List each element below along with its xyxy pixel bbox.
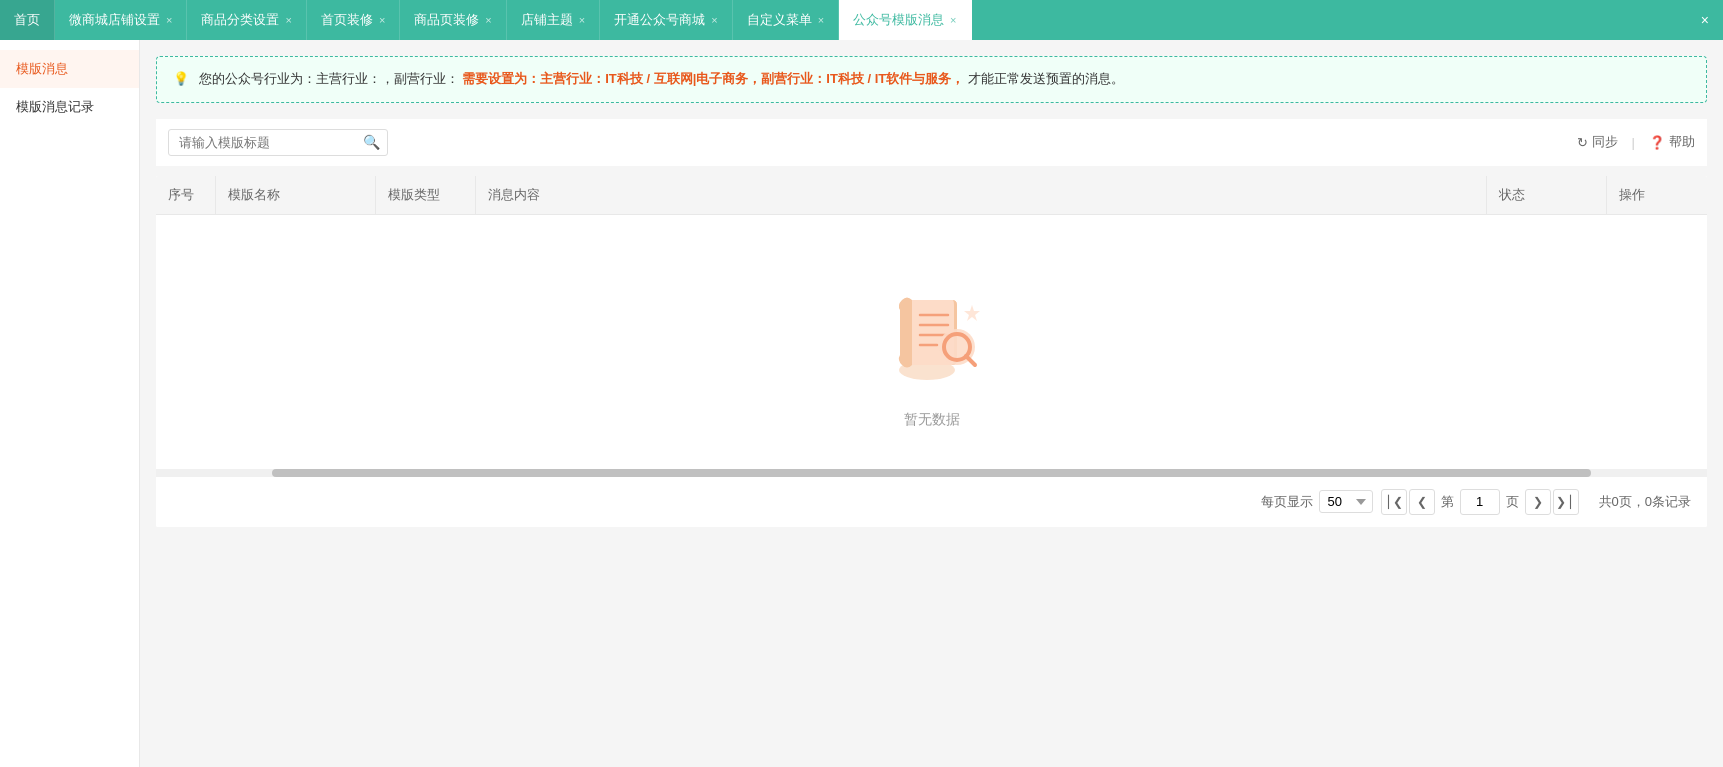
nav-item-home[interactable]: 首页	[0, 0, 55, 40]
sidebar-item-template-msg-label: 模版消息	[16, 61, 68, 76]
nav-item-product-decor[interactable]: 商品页装修 ×	[400, 0, 506, 40]
search-input[interactable]	[168, 129, 388, 156]
notice-highlight: 需要设置为：主营行业：IT科技 / 互联网|电子商务，副营行业：IT科技 / I…	[462, 71, 964, 86]
per-page-label: 每页显示	[1261, 493, 1313, 511]
nav-label: 微商城店铺设置	[69, 11, 160, 29]
nav-item-template-message[interactable]: 公众号模版消息 ×	[839, 0, 971, 40]
sidebar: 模版消息 模版消息记录	[0, 40, 140, 767]
col-name: 模版名称	[216, 176, 376, 214]
nav-item-shop-settings[interactable]: 微商城店铺设置 ×	[55, 0, 187, 40]
empty-text: 暂无数据	[904, 411, 960, 429]
nav-label: 商品分类设置	[201, 11, 279, 29]
prev-page-button[interactable]: ❮	[1409, 489, 1435, 515]
search-left: 🔍	[168, 129, 388, 156]
total-info: 共0页，0条记录	[1599, 493, 1691, 511]
horizontal-scrollbar[interactable]	[156, 469, 1707, 477]
sidebar-item-template-record[interactable]: 模版消息记录	[0, 88, 139, 126]
per-page-wrap: 每页显示 50 10 20 100	[1261, 490, 1373, 513]
table-header: 序号 模版名称 模版类型 消息内容 状态 操作	[156, 176, 1707, 215]
scrollbar-thumb	[272, 469, 1590, 477]
pagination: 每页显示 50 10 20 100 ⎪❮ ❮ 第 页 ❯ ❯⎪	[156, 477, 1707, 527]
nav-item-category-settings[interactable]: 商品分类设置 ×	[187, 0, 306, 40]
nav-close-all-button[interactable]: ×	[1687, 12, 1723, 28]
search-input-wrap: 🔍	[168, 129, 388, 156]
nav-close-product-decor[interactable]: ×	[485, 14, 491, 26]
close-all-icon: ×	[1701, 12, 1709, 28]
divider: |	[1632, 135, 1635, 150]
nav-label: 公众号模版消息	[853, 11, 944, 29]
sync-icon: ↻	[1577, 135, 1588, 150]
content-area: 💡 您的公众号行业为：主营行业：，副营行业： 需要设置为：主营行业：IT科技 /…	[140, 40, 1723, 767]
sync-button[interactable]: ↻ 同步	[1577, 133, 1618, 151]
sidebar-item-template-msg[interactable]: 模版消息	[0, 50, 139, 88]
nav-close-category[interactable]: ×	[285, 14, 291, 26]
page-label-after: 页	[1506, 493, 1519, 511]
nav-item-custom-menu[interactable]: 自定义菜单 ×	[733, 0, 839, 40]
sync-label: 同步	[1592, 133, 1618, 151]
page-label-before: 第	[1441, 493, 1454, 511]
col-content: 消息内容	[476, 176, 1487, 214]
notice-suffix: 才能正常发送预置的消息。	[968, 71, 1124, 86]
empty-state: 暂无数据	[156, 215, 1707, 469]
nav-close-open-mall[interactable]: ×	[711, 14, 717, 26]
nav-label: 首页装修	[321, 11, 373, 29]
first-page-button[interactable]: ⎪❮	[1381, 489, 1407, 515]
nav-item-home-decor[interactable]: 首页装修 ×	[307, 0, 400, 40]
help-button[interactable]: ❓ 帮助	[1649, 133, 1695, 151]
col-type: 模版类型	[376, 176, 476, 214]
nav-item-shop-theme[interactable]: 店铺主题 ×	[507, 0, 600, 40]
search-bar: 🔍 ↻ 同步 | ❓ 帮助	[156, 119, 1707, 166]
col-status: 状态	[1487, 176, 1607, 214]
nav-label: 店铺主题	[521, 11, 573, 29]
notice-box: 💡 您的公众号行业为：主营行业：，副营行业： 需要设置为：主营行业：IT科技 /…	[156, 56, 1707, 103]
help-label: 帮助	[1669, 133, 1695, 151]
pagination-nav: ⎪❮ ❮ 第 页 ❯ ❯⎪	[1381, 489, 1579, 515]
nav-label: 商品页装修	[414, 11, 479, 29]
next-page-button[interactable]: ❯	[1525, 489, 1551, 515]
table: 序号 模版名称 模版类型 消息内容 状态 操作	[156, 176, 1707, 527]
nav-close-shop-settings[interactable]: ×	[166, 14, 172, 26]
col-action: 操作	[1607, 176, 1707, 214]
sidebar-item-template-record-label: 模版消息记录	[16, 99, 94, 114]
nav-close-template-message[interactable]: ×	[950, 14, 956, 26]
help-icon: ❓	[1649, 135, 1665, 150]
notice-prefix: 您的公众号行业为：主营行业：，副营行业：	[199, 71, 459, 86]
notice-icon: 💡	[173, 71, 189, 86]
search-right: ↻ 同步 | ❓ 帮助	[1577, 133, 1695, 151]
search-icon[interactable]: 🔍	[363, 134, 380, 150]
nav-label: 自定义菜单	[747, 11, 812, 29]
top-nav: 首页 微商城店铺设置 × 商品分类设置 × 首页装修 × 商品页装修 × 店铺主…	[0, 0, 1723, 40]
nav-close-home-decor[interactable]: ×	[379, 14, 385, 26]
current-page-input[interactable]	[1460, 489, 1500, 515]
nav-label: 开通公众号商城	[614, 11, 705, 29]
main-layout: 模版消息 模版消息记录 💡 您的公众号行业为：主营行业：，副营行业： 需要设置为…	[0, 40, 1723, 767]
per-page-select[interactable]: 50 10 20 100	[1319, 490, 1373, 513]
nav-close-shop-theme[interactable]: ×	[579, 14, 585, 26]
last-page-button[interactable]: ❯⎪	[1553, 489, 1579, 515]
nav-close-custom-menu[interactable]: ×	[818, 14, 824, 26]
col-index: 序号	[156, 176, 216, 214]
empty-icon	[872, 275, 992, 395]
nav-item-open-mall[interactable]: 开通公众号商城 ×	[600, 0, 732, 40]
nav-item-home-label: 首页	[14, 11, 40, 29]
